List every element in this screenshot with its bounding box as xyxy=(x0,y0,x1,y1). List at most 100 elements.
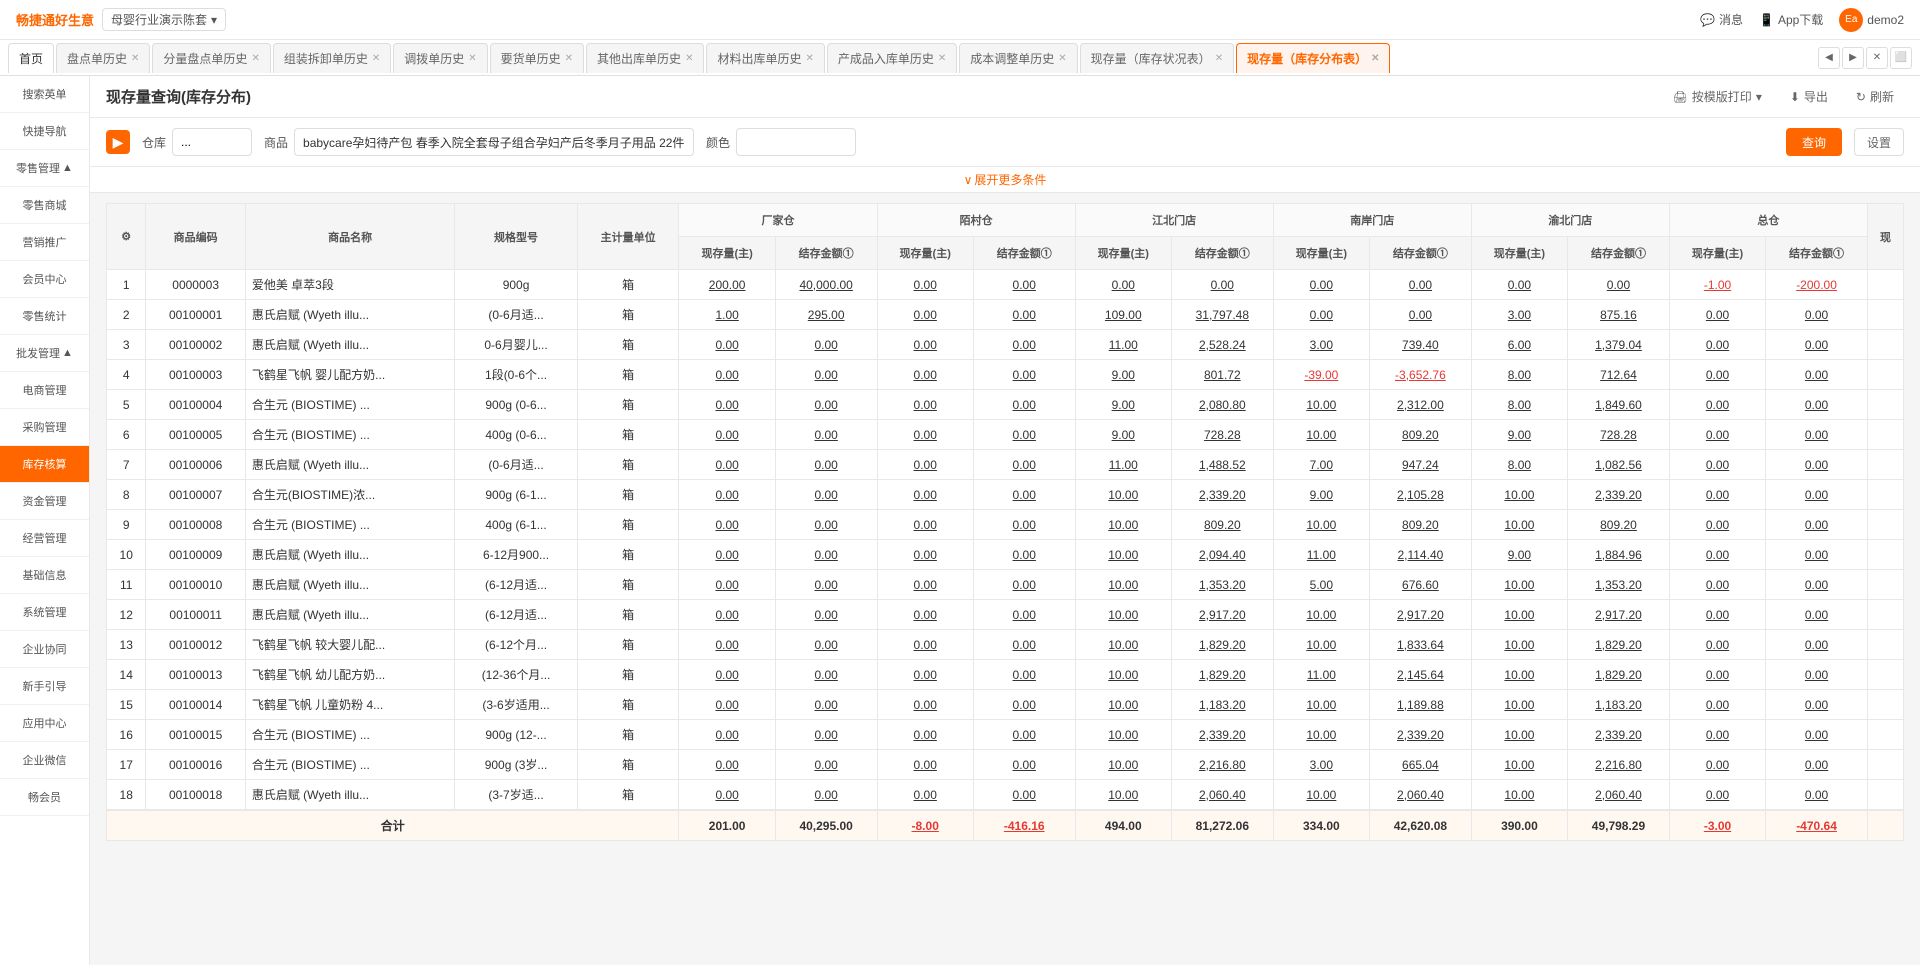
store-selector[interactable]: 母婴行业演示陈套 ▾ xyxy=(102,8,226,31)
th-total-qty: 现存量(主) xyxy=(1669,237,1765,270)
tab-10[interactable]: 现存量（库存状况表） ✕ xyxy=(1080,43,1234,73)
sidebar-item-10[interactable]: 库存核算 xyxy=(0,446,89,483)
tab-close-5[interactable]: ✕ xyxy=(565,53,573,64)
table-row: 3 00100002 惠氏启赋 (Wyeth illu... 0-6月婴儿...… xyxy=(107,330,1904,360)
filter-toggle-btn[interactable]: ▶ xyxy=(106,130,130,154)
th-total-amt: 结存金额① xyxy=(1766,237,1868,270)
tab-close-2[interactable]: ✕ xyxy=(251,53,259,64)
tab-expand[interactable]: ⬜ xyxy=(1890,47,1912,69)
tab-scroll-left[interactable]: ◀ xyxy=(1818,47,1840,69)
sidebar-item-18[interactable]: 企业微信 xyxy=(0,742,89,779)
sidebar-item-4[interactable]: 营销推广 xyxy=(0,224,89,261)
th-jb-amt: 结存金额① xyxy=(1171,237,1273,270)
th-name: 商品名称 xyxy=(245,204,455,270)
tab-close-1[interactable]: ✕ xyxy=(131,53,139,64)
total-label: 合计 xyxy=(107,810,679,841)
tab-close-11[interactable]: ✕ xyxy=(1371,53,1379,64)
th-cf-amt: 结存金额① xyxy=(775,237,877,270)
tab-8[interactable]: 产成品入库单历史 ✕ xyxy=(827,43,957,73)
filter-goods: 商品 xyxy=(264,128,694,156)
expand-btn[interactable]: ∨ 展开更多条件 xyxy=(964,171,1047,188)
username: demo2 xyxy=(1867,13,1904,27)
table-row: 16 00100015 合生元 (BIOSTIME) ... 900g (12-… xyxy=(107,720,1904,750)
tab-1[interactable]: 盘点单历史 ✕ xyxy=(56,43,150,73)
th-group-total: 总仓 xyxy=(1669,204,1867,237)
th-spec: 规格型号 xyxy=(455,204,577,270)
sidebar-item-1[interactable]: 快捷导航 xyxy=(0,113,89,150)
th-yb-qty: 现存量(主) xyxy=(1471,237,1567,270)
sidebar-item-19[interactable]: 畅会员 xyxy=(0,779,89,816)
sidebar-item-3[interactable]: 零售商城 xyxy=(0,187,89,224)
warehouse-label: 仓库 xyxy=(142,134,166,151)
tab-11[interactable]: 现存量（库存分布表） ✕ xyxy=(1236,43,1390,73)
tab-2[interactable]: 分量盘点单历史 ✕ xyxy=(152,43,270,73)
sidebar-item-13[interactable]: 基础信息 xyxy=(0,557,89,594)
sidebar-item-11[interactable]: 资金管理 xyxy=(0,483,89,520)
query-btn[interactable]: 查询 xyxy=(1786,128,1842,156)
table-row: 10 00100009 惠氏启赋 (Wyeth illu... 6-12月900… xyxy=(107,540,1904,570)
message-icon: 💬 xyxy=(1700,13,1715,27)
table-row: 5 00100004 合生元 (BIOSTIME) ... 900g (0-6.… xyxy=(107,390,1904,420)
sidebar-item-16[interactable]: 新手引导 xyxy=(0,668,89,705)
sidebar-item-9[interactable]: 采购管理 xyxy=(0,409,89,446)
tab-close-10[interactable]: ✕ xyxy=(1215,53,1223,64)
print-btn[interactable]: 🖨 按模版打印 ▾ xyxy=(1663,84,1772,109)
chevron-down-icon: ∨ xyxy=(964,173,973,187)
app-download-btn[interactable]: 📱 App下载 xyxy=(1759,11,1823,28)
refresh-icon: ↻ xyxy=(1856,90,1866,104)
sidebar-item-6[interactable]: 零售统计 xyxy=(0,298,89,335)
tab-6[interactable]: 其他出库单历史 ✕ xyxy=(586,43,704,73)
export-btn[interactable]: ⬇ 导出 xyxy=(1780,84,1838,109)
color-label: 颜色 xyxy=(706,134,730,151)
th-na-qty: 现存量(主) xyxy=(1273,237,1369,270)
th-group-mc: 陌村仓 xyxy=(877,204,1075,237)
chevron-down-icon: ▾ xyxy=(211,13,217,27)
logo-area: 畅捷通好生意 xyxy=(16,10,94,29)
refresh-btn[interactable]: ↻ 刷新 xyxy=(1846,84,1904,109)
th-group-na: 南岸门店 xyxy=(1273,204,1471,237)
th-gear[interactable]: ⚙ xyxy=(107,204,146,270)
th-group-jb: 江北门店 xyxy=(1075,204,1273,237)
sidebar-item-12[interactable]: 经营管理 xyxy=(0,520,89,557)
table-container: ⚙ 商品编码 商品名称 规格型号 主计量单位 厂家仓 陌村仓 江北门店 南岸门店… xyxy=(90,193,1920,965)
sidebar-item-17[interactable]: 应用中心 xyxy=(0,705,89,742)
table-row: 13 00100012 飞鹤星飞帆 较大婴儿配... (6-12个月... 箱0… xyxy=(107,630,1904,660)
tab-close-8[interactable]: ✕ xyxy=(938,53,946,64)
table-row: 18 00100018 惠氏启赋 (Wyeth illu... (3-7岁适..… xyxy=(107,780,1904,811)
sidebar-item-14[interactable]: 系统管理 xyxy=(0,594,89,631)
tab-close-7[interactable]: ✕ xyxy=(805,53,813,64)
sidebar: 搜索英单快捷导航零售管理 ▲零售商城营销推广会员中心零售统计批发管理 ▲电商管理… xyxy=(0,76,90,965)
message-btn[interactable]: 💬 消息 xyxy=(1700,11,1743,28)
sidebar-item-0[interactable]: 搜索英单 xyxy=(0,76,89,113)
message-label: 消息 xyxy=(1719,11,1743,28)
content: 现存量查询(库存分布) 🖨 按模版打印 ▾ ⬇ 导出 ↻ 刷新 ▶ xyxy=(90,76,1920,965)
tab-5[interactable]: 要货单历史 ✕ xyxy=(490,43,584,73)
settings-btn[interactable]: 设置 xyxy=(1854,128,1904,156)
sidebar-item-2[interactable]: 零售管理 ▲ xyxy=(0,150,89,187)
tab-3[interactable]: 组装拆卸单历史 ✕ xyxy=(273,43,391,73)
sidebar-item-7[interactable]: 批发管理 ▲ xyxy=(0,335,89,372)
th-group-cf: 厂家仓 xyxy=(679,204,877,237)
tab-close-4[interactable]: ✕ xyxy=(468,53,476,64)
tab-close-6[interactable]: ✕ xyxy=(685,53,693,64)
warehouse-input[interactable] xyxy=(172,128,252,156)
tab-9[interactable]: 成本调整单历史 ✕ xyxy=(959,43,1077,73)
user-btn[interactable]: Ea demo2 xyxy=(1839,8,1904,32)
tab-close-3[interactable]: ✕ xyxy=(372,53,380,64)
tab-scroll-right[interactable]: ▶ xyxy=(1842,47,1864,69)
tab-7[interactable]: 材料出库单历史 ✕ xyxy=(706,43,824,73)
goods-input[interactable] xyxy=(294,128,694,156)
table-row: 14 00100013 飞鹤星飞帆 幼儿配方奶... (12-36个月... 箱… xyxy=(107,660,1904,690)
sidebar-item-15[interactable]: 企业协同 xyxy=(0,631,89,668)
sidebar-item-5[interactable]: 会员中心 xyxy=(0,261,89,298)
avatar: Ea xyxy=(1839,8,1863,32)
expand-bar: ∨ 展开更多条件 xyxy=(90,167,1920,193)
tab-close-9[interactable]: ✕ xyxy=(1058,53,1066,64)
sidebar-item-8[interactable]: 电商管理 xyxy=(0,372,89,409)
tab-close-all[interactable]: ✕ xyxy=(1866,47,1888,69)
chevron-icon: ▲ xyxy=(62,347,73,359)
tab-0[interactable]: 首页 xyxy=(8,43,54,73)
th-na-amt: 结存金额① xyxy=(1370,237,1472,270)
tab-4[interactable]: 调拨单历史 ✕ xyxy=(393,43,487,73)
color-input[interactable] xyxy=(736,128,856,156)
